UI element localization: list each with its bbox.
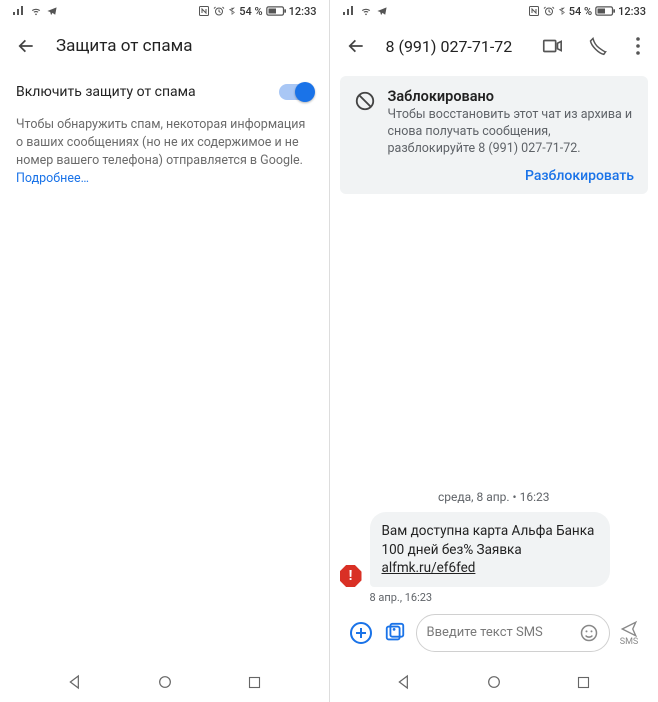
alarm-icon — [213, 5, 225, 17]
call-button[interactable] — [582, 30, 614, 62]
signal-icon — [12, 6, 26, 16]
spam-toggle-row[interactable]: Включить защиту от спама — [0, 70, 329, 114]
send-icon — [618, 620, 640, 638]
battery-pct: 54 % — [569, 5, 592, 18]
message-timestamp: 8 апр., 16:23 — [370, 591, 649, 604]
status-bar: 54 % 12:33 — [330, 0, 658, 22]
blocked-text: Чтобы восстановить этот чат из архива и … — [388, 107, 635, 158]
compose-input[interactable]: Введите текст SMS — [416, 614, 611, 652]
more-vert-icon — [636, 37, 640, 55]
phone-left: 54 % 12:33 Защита от спама Включить защи… — [0, 0, 329, 702]
unblock-button[interactable]: Разблокировать — [354, 168, 635, 184]
gallery-button[interactable] — [382, 620, 408, 646]
message-row: ! Вам доступна карта Альфа Банка 100 дне… — [340, 512, 649, 587]
blocked-banner: Заблокировано Чтобы восстановить этот ча… — [340, 76, 649, 194]
alarm-icon — [543, 5, 555, 17]
description: Чтобы обнаружить спам, некоторая информа… — [0, 114, 329, 191]
telegram-icon — [46, 6, 58, 17]
status-bar: 54 % 12:33 — [0, 0, 329, 22]
bluetooth-icon — [228, 5, 236, 17]
nav-bar — [330, 662, 658, 702]
app-bar: Защита от спама — [0, 22, 329, 70]
toggle-label: Включить защиту от спама — [16, 84, 196, 100]
back-button[interactable] — [10, 30, 42, 62]
message-link[interactable]: alfmk.ru/ef6fed — [382, 560, 476, 576]
phone-right: 54 % 12:33 8 (991) 027-71-72 — [330, 0, 658, 702]
phone-icon — [588, 36, 608, 56]
nfc-icon — [528, 5, 540, 17]
nav-recents-icon[interactable] — [247, 675, 262, 690]
date-separator: среда, 8 апр. • 16:23 — [340, 490, 649, 504]
block-icon — [354, 90, 376, 112]
wifi-icon — [359, 6, 373, 16]
nav-back-icon[interactable] — [67, 674, 83, 690]
add-button[interactable] — [348, 620, 374, 646]
emoji-icon[interactable] — [579, 623, 599, 643]
telegram-icon — [376, 6, 388, 17]
battery-icon — [266, 6, 286, 16]
compose-placeholder: Введите текст SMS — [427, 626, 572, 641]
spam-warning-icon: ! — [340, 565, 362, 587]
contact-title[interactable]: 8 (991) 027-71-72 — [386, 37, 523, 56]
nav-home-icon[interactable] — [157, 674, 173, 690]
clock: 12:33 — [618, 5, 646, 18]
bluetooth-icon — [558, 5, 566, 17]
more-button[interactable] — [628, 30, 648, 62]
app-bar: 8 (991) 027-71-72 — [330, 22, 658, 70]
blocked-title: Заблокировано — [388, 88, 635, 105]
nfc-icon — [198, 5, 210, 17]
nav-bar — [0, 662, 329, 702]
send-button[interactable]: SMS — [618, 620, 640, 647]
message-bubble[interactable]: Вам доступна карта Альфа Банка 100 дней … — [370, 512, 610, 587]
send-label: SMS — [620, 637, 639, 647]
image-icon — [384, 622, 406, 644]
arrow-back-icon — [16, 36, 36, 56]
signal-icon — [342, 6, 356, 16]
toggle-switch[interactable] — [279, 84, 313, 100]
nav-recents-icon[interactable] — [576, 675, 591, 690]
nav-back-icon[interactable] — [396, 674, 412, 690]
plus-circle-icon — [349, 621, 373, 645]
clock: 12:33 — [289, 5, 317, 18]
description-text: Чтобы обнаружить спам, некоторая информа… — [16, 117, 305, 168]
page-title: Защита от спама — [56, 36, 319, 56]
message-text: Вам доступна карта Альфа Банка 100 дней … — [382, 523, 595, 557]
videocam-icon — [541, 35, 563, 57]
battery-icon — [595, 6, 615, 16]
arrow-back-icon — [346, 36, 366, 56]
video-call-button[interactable] — [536, 30, 568, 62]
chat-area: среда, 8 апр. • 16:23 ! Вам доступна кар… — [330, 194, 658, 662]
wifi-icon — [29, 6, 43, 16]
learn-more-link[interactable]: Подробнее… — [16, 171, 89, 186]
compose-bar: Введите текст SMS SMS — [340, 610, 649, 656]
nav-home-icon[interactable] — [486, 674, 502, 690]
back-button[interactable] — [340, 30, 372, 62]
battery-pct: 54 % — [239, 5, 262, 18]
